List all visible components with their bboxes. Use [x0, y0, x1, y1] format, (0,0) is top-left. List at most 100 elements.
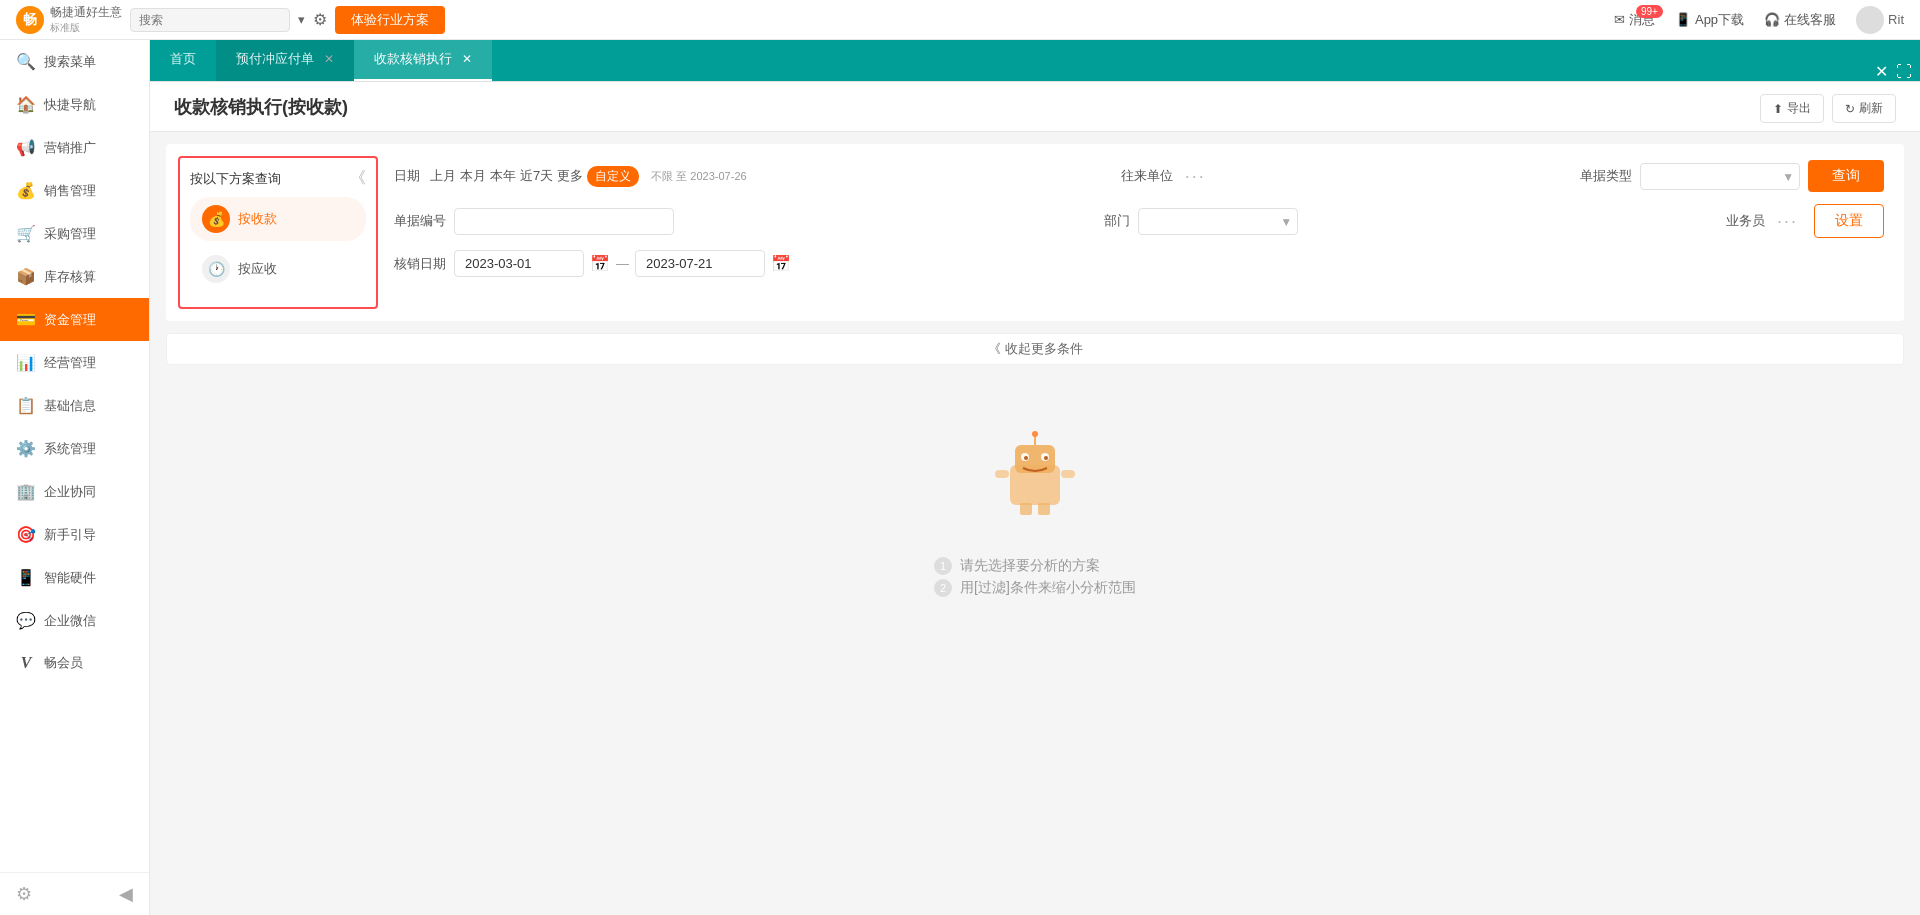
shortcut-this-month[interactable]: 本月	[460, 167, 486, 185]
doc-type-label: 单据类型	[1580, 167, 1632, 185]
sidebar-item-vip[interactable]: V 畅会员	[0, 642, 149, 684]
sidebar-item-label: 新手引导	[44, 526, 96, 544]
filter-option-by-receipt[interactable]: 💰 按收款	[190, 197, 366, 241]
doc-no-input[interactable]	[454, 208, 674, 235]
headset-icon: 🎧	[1764, 12, 1780, 27]
bottom-settings-icon[interactable]: ⚙	[16, 883, 32, 905]
writeoff-date-start-input[interactable]	[454, 250, 584, 277]
tab-prepay-close[interactable]: ✕	[324, 52, 334, 66]
shortcut-last-month[interactable]: 上月	[430, 167, 456, 185]
collapse-more-btn[interactable]: 《 收起更多条件	[166, 333, 1904, 365]
chevron-up-icon: 《	[988, 340, 1001, 358]
sidebar-item-label: 基础信息	[44, 397, 96, 415]
tab-close-all-icon[interactable]: ✕	[1875, 62, 1888, 81]
sidebar-bottom: ⚙ ◀	[0, 872, 149, 915]
topbar-left: 畅 畅捷通好生意 标准版 ▾ ⚙ 体验行业方案	[16, 4, 445, 35]
doc-type-select-wrap: ▾	[1640, 163, 1800, 190]
sidebar-item-finance[interactable]: 💳 资金管理	[0, 298, 149, 341]
settings-icon[interactable]: ⚙	[313, 10, 327, 29]
partner-label: 往来单位	[1121, 167, 1173, 185]
sidebar-item-hardware[interactable]: 📱 智能硬件	[0, 556, 149, 599]
settings-button[interactable]: 设置	[1814, 204, 1884, 238]
user-name: Rit	[1888, 12, 1904, 27]
tab-writeoff-close[interactable]: ✕	[462, 52, 472, 66]
sidebar-item-label: 销售管理	[44, 182, 96, 200]
guide-icon: 🎯	[16, 525, 36, 544]
filter-option-by-receivable[interactable]: 🕐 按应收	[190, 247, 366, 291]
doc-type-select[interactable]	[1640, 163, 1800, 190]
filter-option-receipt-label: 按收款	[238, 210, 277, 228]
sidebar-item-sales[interactable]: 💰 销售管理	[0, 169, 149, 212]
svg-rect-8	[995, 470, 1009, 478]
tab-expand-icon[interactable]: ⛶	[1896, 63, 1912, 81]
sidebar-item-search[interactable]: 🔍 搜索菜单	[0, 40, 149, 83]
messages-btn[interactable]: ✉ 消息 99+	[1614, 11, 1655, 29]
sidebar-item-label: 智能硬件	[44, 569, 96, 587]
enterprise-icon: 🏢	[16, 482, 36, 501]
dropdown-icon[interactable]: ▾	[298, 12, 305, 27]
calendar-start-icon[interactable]: 📅	[590, 254, 610, 273]
sidebar-item-label: 企业协同	[44, 483, 96, 501]
tab-prepay-label: 预付冲应付单	[236, 50, 314, 68]
date-label: 日期	[394, 167, 422, 185]
filter-options-panel: 按以下方案查询 《 💰 按收款 🕐 按应收	[178, 156, 378, 309]
page-header: 收款核销执行(按收款) ⬆ 导出 ↻ 刷新	[150, 82, 1920, 132]
export-button[interactable]: ⬆ 导出	[1760, 94, 1824, 123]
svg-point-7	[1032, 431, 1038, 437]
content-area: 首页 预付冲应付单 ✕ 收款核销执行 ✕ ✕ ⛶ 收款核销执行(按收款)	[150, 40, 1920, 915]
sidebar-item-label: 库存核算	[44, 268, 96, 286]
message-icon: ✉	[1614, 12, 1625, 27]
sidebar-item-label: 系统管理	[44, 440, 96, 458]
staff-label: 业务员	[1725, 212, 1765, 230]
filter-area: 按以下方案查询 《 💰 按收款 🕐 按应收	[166, 144, 1904, 321]
sidebar-item-inventory[interactable]: 📦 库存核算	[0, 255, 149, 298]
sidebar-item-business[interactable]: 📊 经营管理	[0, 341, 149, 384]
sidebar-item-wechat[interactable]: 💬 企业微信	[0, 599, 149, 642]
user-info[interactable]: Rit	[1856, 6, 1904, 34]
dept-select[interactable]	[1138, 208, 1298, 235]
vip-icon: V	[16, 654, 36, 672]
shortcut-more[interactable]: 更多	[557, 167, 583, 185]
tab-home[interactable]: 首页	[150, 40, 216, 81]
sidebar-item-system[interactable]: ⚙️ 系统管理	[0, 427, 149, 470]
purchase-icon: 🛒	[16, 224, 36, 243]
wechat-icon: 💬	[16, 611, 36, 630]
sidebar-item-basic[interactable]: 📋 基础信息	[0, 384, 149, 427]
empty-hint-text-2: 用[过滤]条件来缩小分析范围	[960, 579, 1136, 597]
sidebar-item-label: 快捷导航	[44, 96, 96, 114]
sidebar-item-quick-nav[interactable]: 🏠 快捷导航	[0, 83, 149, 126]
tab-prepay[interactable]: 预付冲应付单 ✕	[216, 40, 354, 81]
sidebar-item-label: 企业微信	[44, 612, 96, 630]
calendar-end-icon[interactable]: 📅	[771, 254, 791, 273]
business-icon: 📊	[16, 353, 36, 372]
staff-dots[interactable]: ···	[1777, 211, 1798, 232]
date-hint: 不限 至 2023-07-26	[651, 169, 746, 184]
dept-select-wrap: ▾	[1138, 208, 1298, 235]
app-download-btn[interactable]: 📱 App下载	[1675, 11, 1744, 29]
sidebar-item-purchase[interactable]: 🛒 采购管理	[0, 212, 149, 255]
page-toolbar: ⬆ 导出 ↻ 刷新	[1760, 94, 1896, 131]
writeoff-date-label: 核销日期	[394, 255, 446, 273]
shortcut-this-year[interactable]: 本年	[490, 167, 516, 185]
filter-collapse-btn[interactable]: 《	[350, 168, 366, 189]
sidebar-item-guide[interactable]: 🎯 新手引导	[0, 513, 149, 556]
partner-dots[interactable]: ···	[1185, 166, 1206, 187]
query-button[interactable]: 查询	[1808, 160, 1884, 192]
online-service-btn[interactable]: 🎧 在线客服	[1764, 11, 1836, 29]
writeoff-date-end-input[interactable]	[635, 250, 765, 277]
sidebar-item-label: 经营管理	[44, 354, 96, 372]
empty-hint-1: 1 请先选择要分析的方案	[934, 557, 1136, 575]
shortcut-custom[interactable]: 自定义	[587, 166, 639, 187]
sidebar-item-enterprise[interactable]: 🏢 企业协同	[0, 470, 149, 513]
basic-icon: 📋	[16, 396, 36, 415]
tab-writeoff[interactable]: 收款核销执行 ✕	[354, 40, 492, 81]
refresh-button[interactable]: ↻ 刷新	[1832, 94, 1896, 123]
sidebar-item-marketing[interactable]: 📢 营销推广	[0, 126, 149, 169]
sidebar-collapse-icon[interactable]: ◀	[119, 883, 133, 905]
shortcut-7days[interactable]: 近7天	[520, 167, 553, 185]
filter-fields: 日期 上月 本月 本年 近7天 更多 自定义 不限 至 2023-07-26	[386, 156, 1892, 309]
trial-button[interactable]: 体验行业方案	[335, 6, 445, 34]
topbar-right: ✉ 消息 99+ 📱 App下载 🎧 在线客服 Rit	[1614, 6, 1904, 34]
search-input[interactable]	[130, 8, 290, 32]
receivable-icon: 🕐	[202, 255, 230, 283]
